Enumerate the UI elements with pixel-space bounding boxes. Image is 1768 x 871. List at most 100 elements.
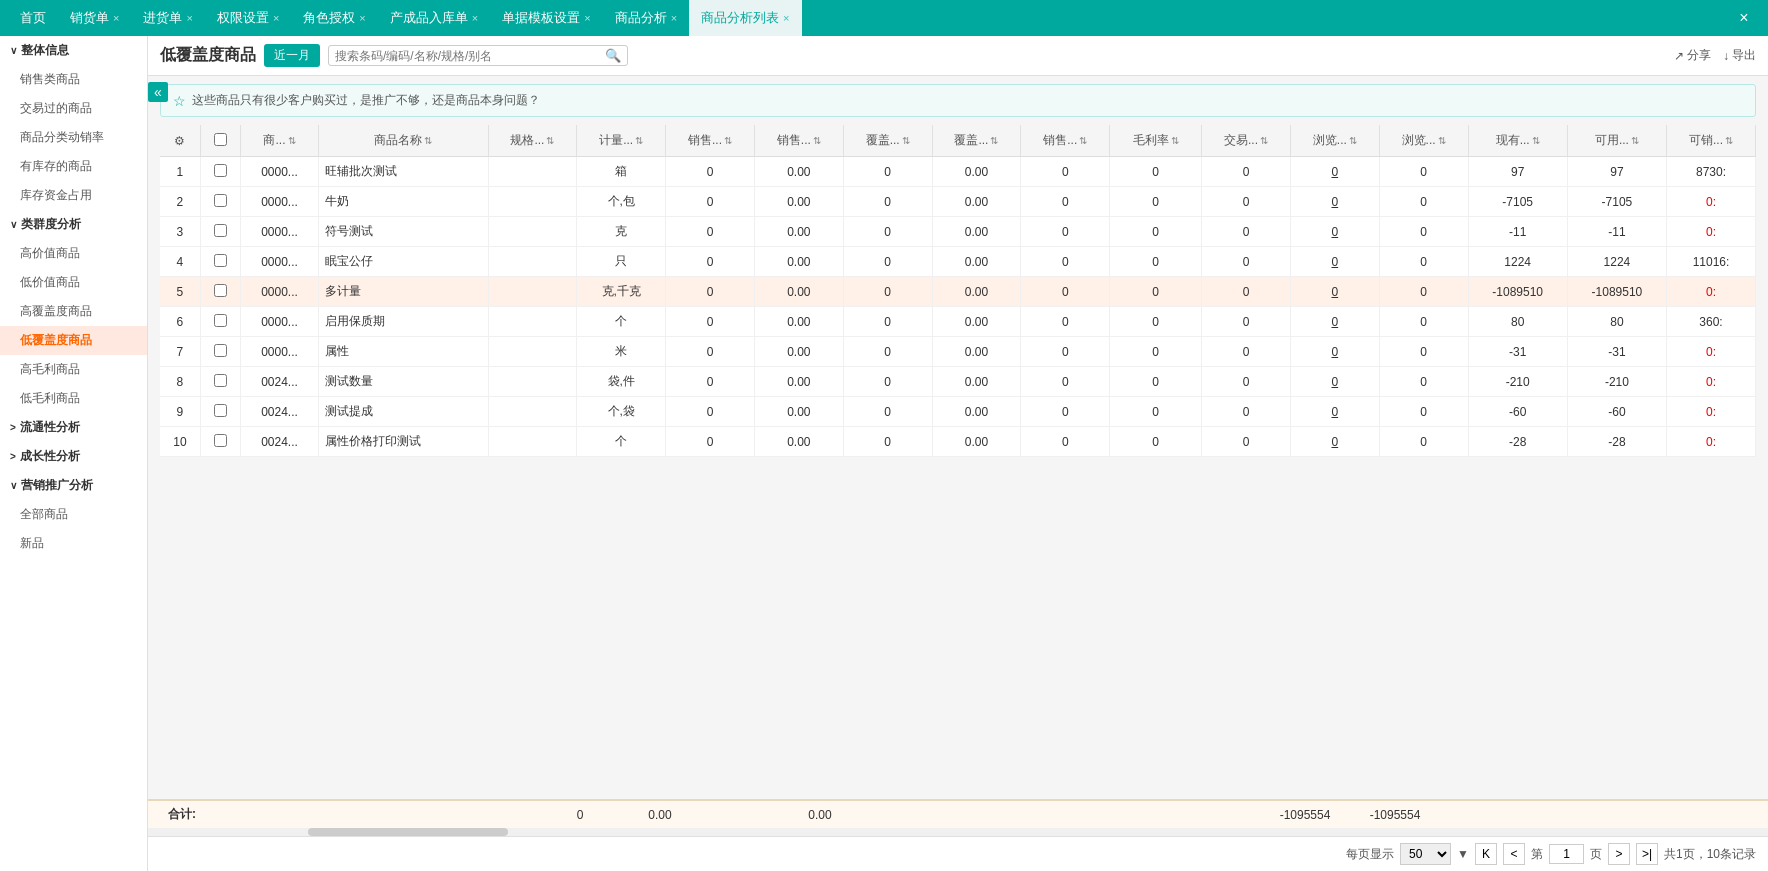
column-header-code[interactable]: 商...⇅	[241, 125, 318, 157]
row-current-stock: 1224	[1468, 247, 1567, 277]
nav-close-icon[interactable]: ×	[113, 12, 119, 24]
prev-page-button[interactable]: <	[1503, 843, 1525, 865]
scrollbar-thumb[interactable]	[308, 828, 508, 836]
nav-item-单据模板设置[interactable]: 单据模板设置×	[490, 0, 602, 36]
column-header-current_stock[interactable]: 现有...⇅	[1468, 125, 1567, 157]
page-size-select[interactable]: 50 20 100	[1400, 843, 1451, 865]
sidebar-group-整体信息[interactable]: ∨整体信息	[0, 36, 147, 65]
nav-item-首页[interactable]: 首页	[8, 0, 58, 36]
row-checkbox-input[interactable]	[214, 314, 227, 327]
sidebar-group-营销推广分析[interactable]: ∨营销推广分析	[0, 471, 147, 500]
column-header-sellable[interactable]: 可销...⇅	[1667, 125, 1756, 157]
sidebar-item-高覆盖度商品[interactable]: 高覆盖度商品	[0, 297, 147, 326]
sidebar-group-label: 类群度分析	[21, 216, 81, 233]
row-checkbox-input[interactable]	[214, 404, 227, 417]
sidebar-item-库存资金占用[interactable]: 库存资金占用	[0, 181, 147, 210]
row-coverage2: 0.00	[932, 307, 1021, 337]
totals-row: 合计: 0 0.00 0.00 -1095554 -1095554	[148, 799, 1768, 828]
sidebar-collapse-button[interactable]: «	[148, 82, 168, 102]
column-header-unit[interactable]: 计量...⇅	[577, 125, 666, 157]
col-label-gross_margin: 毛利率	[1133, 133, 1169, 147]
column-header-sales_qty[interactable]: 销售...⇅	[666, 125, 755, 157]
sidebar-item-低覆盖度商品[interactable]: 低覆盖度商品	[0, 326, 147, 355]
sidebar-item-高价值商品[interactable]: 高价值商品	[0, 239, 147, 268]
row-checkbox-input[interactable]	[214, 344, 227, 357]
nav-item-角色授权[interactable]: 角色授权×	[291, 0, 377, 36]
row-browse1: 0	[1290, 367, 1379, 397]
column-header-browse1[interactable]: 浏览...⇅	[1290, 125, 1379, 157]
time-filter-button[interactable]: 近一月	[264, 44, 320, 67]
row-coverage2: 0.00	[932, 427, 1021, 457]
next-page-button[interactable]: >	[1608, 843, 1630, 865]
scrollbar-track	[148, 828, 1768, 836]
sidebar-item-全部商品[interactable]: 全部商品	[0, 500, 147, 529]
column-header-settings: ⚙	[160, 125, 200, 157]
page-size-unit: ▼	[1457, 847, 1469, 861]
column-header-coverage1[interactable]: 覆盖...⇅	[843, 125, 932, 157]
sidebar-item-新品[interactable]: 新品	[0, 529, 147, 558]
sidebar-item-低毛利商品[interactable]: 低毛利商品	[0, 384, 147, 413]
column-header-name[interactable]: 商品名称⇅	[318, 125, 488, 157]
sidebar-item-高毛利商品[interactable]: 高毛利商品	[0, 355, 147, 384]
sidebar-group-类群度分析[interactable]: ∨类群度分析	[0, 210, 147, 239]
nav-item-权限设置[interactable]: 权限设置×	[205, 0, 291, 36]
nav-item-商品分析列表[interactable]: 商品分析列表×	[689, 0, 801, 36]
sidebar-item-低价值商品[interactable]: 低价值商品	[0, 268, 147, 297]
column-header-coverage2[interactable]: 覆盖...⇅	[932, 125, 1021, 157]
search-input[interactable]	[335, 49, 605, 63]
nav-close-icon[interactable]: ×	[783, 12, 789, 24]
settings-icon[interactable]: ⚙	[174, 134, 185, 148]
row-name: 眠宝公仔	[318, 247, 488, 277]
column-header-available_stock[interactable]: 可用...⇅	[1567, 125, 1666, 157]
row-unit: 个,包	[577, 187, 666, 217]
row-checkbox-input[interactable]	[214, 374, 227, 387]
data-table-container[interactable]: ⚙商...⇅商品名称⇅规格...⇅计量...⇅销售...⇅销售...⇅覆盖...…	[160, 125, 1756, 799]
row-sellable: 0:	[1667, 427, 1756, 457]
first-page-button[interactable]: K	[1475, 843, 1497, 865]
page-number-input[interactable]	[1549, 844, 1584, 864]
sidebar-item-商品分类动销率[interactable]: 商品分类动销率	[0, 123, 147, 152]
row-browse1: 0	[1290, 217, 1379, 247]
nav-close-icon[interactable]: ×	[186, 12, 192, 24]
row-spec	[488, 217, 577, 247]
column-header-sales_amt[interactable]: 销售...⇅	[754, 125, 843, 157]
select-all-checkbox[interactable]	[214, 133, 227, 146]
sidebar-group-流通性分析[interactable]: >流通性分析	[0, 413, 147, 442]
nav-item-商品分析[interactable]: 商品分析×	[603, 0, 689, 36]
sidebar-group-成长性分析[interactable]: >成长性分析	[0, 442, 147, 471]
row-checkbox-input[interactable]	[214, 194, 227, 207]
nav-item-进货单[interactable]: 进货单×	[131, 0, 204, 36]
nav-close-icon[interactable]: ×	[584, 12, 590, 24]
table-row: 50000...多计量克,千克00.0000.0000000-1089510-1…	[160, 277, 1756, 307]
row-gross-margin: 0	[1110, 277, 1202, 307]
column-header-browse2[interactable]: 浏览...⇅	[1379, 125, 1468, 157]
nav-close-icon[interactable]: ×	[472, 12, 478, 24]
row-checkbox-input[interactable]	[214, 434, 227, 447]
nav-close-icon[interactable]: ×	[273, 12, 279, 24]
last-page-button[interactable]: >|	[1636, 843, 1658, 865]
sidebar-item-交易过的商品[interactable]: 交易过的商品	[0, 94, 147, 123]
row-name: 多计量	[318, 277, 488, 307]
column-header-spec[interactable]: 规格...⇅	[488, 125, 577, 157]
col-label-current_stock: 现有...	[1496, 133, 1530, 147]
row-checkbox-input[interactable]	[214, 254, 227, 267]
row-coverage2: 0.00	[932, 187, 1021, 217]
sidebar-item-有库存的商品[interactable]: 有库存的商品	[0, 152, 147, 181]
column-header-gross_margin[interactable]: 毛利率⇅	[1110, 125, 1202, 157]
row-unit: 只	[577, 247, 666, 277]
row-checkbox-input[interactable]	[214, 284, 227, 297]
share-button[interactable]: ↗ 分享	[1674, 47, 1711, 64]
column-header-transaction[interactable]: 交易...⇅	[1202, 125, 1291, 157]
col-label-unit: 计量...	[599, 133, 633, 147]
row-checkbox-input[interactable]	[214, 224, 227, 237]
nav-item-销货单[interactable]: 销货单×	[58, 0, 131, 36]
nav-close-icon[interactable]: ×	[671, 12, 677, 24]
row-checkbox-input[interactable]	[214, 164, 227, 177]
window-close-button[interactable]: ×	[1728, 0, 1760, 36]
nav-item-产成品入库单[interactable]: 产成品入库单×	[378, 0, 490, 36]
table-row: 20000...牛奶个,包00.0000.0000000-7105-71050:	[160, 187, 1756, 217]
column-header-sales_coverage[interactable]: 销售...⇅	[1021, 125, 1110, 157]
nav-close-icon[interactable]: ×	[359, 12, 365, 24]
sidebar-item-销售类商品[interactable]: 销售类商品	[0, 65, 147, 94]
export-button[interactable]: ↓ 导出	[1723, 47, 1756, 64]
